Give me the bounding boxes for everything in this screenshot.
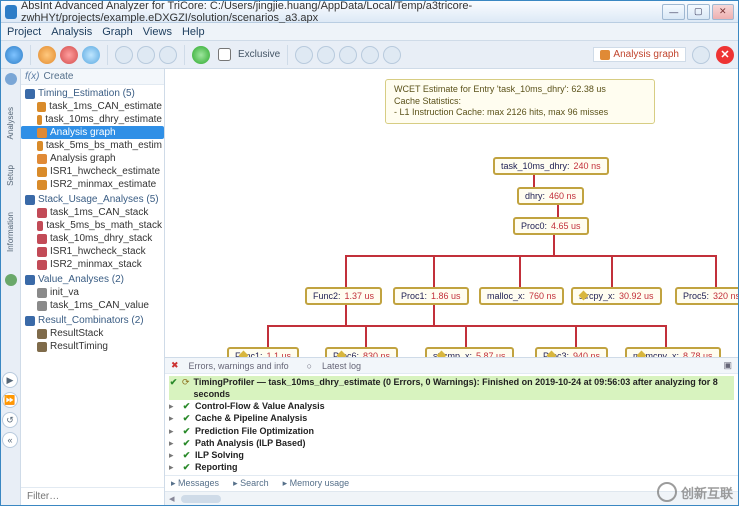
sidetab-setup[interactable]: Setup [6, 161, 15, 190]
nav-back-button[interactable]: « [2, 432, 18, 448]
graph-node[interactable]: Proc5:320 ns [675, 287, 738, 305]
tree-header: f(x) f(x) Create Create [21, 69, 164, 85]
log-tabs: ✖ Errors, warnings and info ○ Latest log… [165, 358, 738, 374]
close-button[interactable]: ✕ [712, 4, 735, 20]
nav-fast-button[interactable]: ⏩ [2, 392, 18, 408]
menu-graph[interactable]: Graph [102, 26, 133, 38]
nav-buttons: ▶ ⏩ ↺ « [2, 372, 18, 448]
sidetab-analyses[interactable]: Analyses [6, 103, 15, 143]
sidetab-icon-2[interactable] [5, 274, 17, 286]
nav-play-button[interactable]: ▶ [2, 372, 18, 388]
tree-item[interactable]: task_1ms_CAN_value [21, 299, 164, 312]
tool-expand-icon[interactable] [339, 46, 357, 64]
graph-icon [600, 50, 610, 60]
minimize-button[interactable]: — [662, 4, 685, 20]
tree-item[interactable]: task_10ms_dhry_estimate [21, 113, 164, 126]
tree-group[interactable]: Value_Analyses (2) [21, 271, 164, 286]
titlebar: AbsInt Advanced Analyzer for TriCore: C:… [1, 1, 738, 23]
tool-layers-icon[interactable] [82, 46, 100, 64]
tree-item[interactable]: Analysis graph [21, 126, 164, 139]
tool-chart-icon[interactable] [38, 46, 56, 64]
log-body[interactable]: ✔⟳TimingProfiler — task_10ms_dhry_estima… [165, 374, 738, 475]
tool-copy-icon[interactable] [137, 46, 155, 64]
tool-popout-icon[interactable] [692, 46, 710, 64]
tree-item[interactable]: ISR1_hwcheck_estimate [21, 165, 164, 178]
menu-project[interactable]: Project [7, 26, 41, 38]
project-tree: f(x) f(x) Create Create Timing_Estimatio… [21, 69, 165, 505]
menu-help[interactable]: Help [182, 26, 205, 38]
wcet-line3: - L1 Instruction Cache: max 2126 hits, m… [394, 107, 646, 119]
tree-item[interactable]: init_va [21, 286, 164, 299]
graph-node[interactable]: dhry:460 ns [517, 187, 584, 205]
tool-more-icon[interactable] [383, 46, 401, 64]
menubar: Project Analysis Graph Views Help [1, 23, 738, 41]
graph-node[interactable]: Proc1:1.86 us [393, 287, 469, 305]
graph-node[interactable]: malloc_x:760 ns [479, 287, 564, 305]
graph-node[interactable]: Func2:1.37 us [305, 287, 382, 305]
log-line: ▸✔Path Analysis (ILP Based) [169, 437, 734, 449]
tree-group[interactable]: Timing_Estimation (5) [21, 85, 164, 100]
tree-item[interactable]: ResultStack [21, 327, 164, 340]
log-footer-memory[interactable]: Memory usage [290, 478, 350, 488]
wcet-line1: WCET Estimate for Entry 'task_10ms_dhry'… [394, 84, 646, 96]
tool-globe-icon[interactable] [5, 46, 23, 64]
log-footer-search[interactable]: Search [240, 478, 269, 488]
log-tab-errors[interactable]: Errors, warnings and info [189, 361, 289, 371]
log-tab-expand-icon[interactable]: ▣ [723, 360, 732, 371]
toolbar: Exclusive Analysis graph ✕ [1, 41, 738, 69]
tool-fit-icon[interactable] [317, 46, 335, 64]
tree-item[interactable]: task_5ms_bs_math_estim [21, 139, 164, 152]
tree-item[interactable]: ISR1_hwcheck_stack [21, 245, 164, 258]
tool-collapse-icon[interactable] [361, 46, 379, 64]
app-icon [5, 5, 17, 19]
exclusive-label: Exclusive [238, 49, 280, 60]
tree-item[interactable]: task_5ms_bs_math_stack [21, 219, 164, 232]
exclusive-checkbox[interactable] [218, 48, 231, 61]
tree-filter-input[interactable] [25, 490, 160, 503]
tree-item[interactable]: ISR2_minmax_estimate [21, 178, 164, 191]
sidetab-icon-1[interactable] [5, 73, 17, 85]
tree-item[interactable]: task_1ms_CAN_stack [21, 206, 164, 219]
panel-close-button[interactable]: ✕ [716, 46, 734, 64]
tree-item[interactable]: ResultTiming [21, 340, 164, 353]
tool-cut-icon[interactable] [115, 46, 133, 64]
menu-views[interactable]: Views [143, 26, 172, 38]
graph-node[interactable]: task_10ms_dhry:240 ns [493, 157, 609, 175]
log-line: ▸✔Control-Flow & Value Analysis [169, 400, 734, 412]
wcet-summary-box: WCET Estimate for Entry 'task_10ms_dhry'… [385, 79, 655, 124]
tool-pie-icon[interactable] [60, 46, 78, 64]
tree-item[interactable]: ISR2_minmax_stack [21, 258, 164, 271]
maximize-button[interactable]: ▢ [687, 4, 710, 20]
tool-paste-icon[interactable] [159, 46, 177, 64]
tool-zoom-icon[interactable] [295, 46, 313, 64]
log-footer: ▸ Messages ▸ Search ▸ Memory usage [165, 475, 738, 491]
tree-item[interactable]: Analysis graph [21, 152, 164, 165]
log-line: ▸✔Cache & Pipeline Analysis [169, 412, 734, 424]
nav-reload-button[interactable]: ↺ [2, 412, 18, 428]
log-line: ▸✔Prediction File Optimization [169, 425, 734, 437]
tree-group[interactable]: Result_Combinators (2) [21, 312, 164, 327]
analysis-graph-canvas[interactable]: WCET Estimate for Entry 'task_10ms_dhry'… [165, 69, 738, 357]
analysis-graph-tab-label: Analysis graph [613, 49, 679, 60]
horizontal-scrollbar[interactable]: ◂ [165, 491, 738, 505]
log-line: ▸✔ILP Solving [169, 449, 734, 461]
tree-item[interactable]: task_10ms_dhry_stack [21, 232, 164, 245]
wcet-line2: Cache Statistics: [394, 96, 646, 108]
tool-refresh-icon[interactable] [192, 46, 210, 64]
log-tab-latest[interactable]: Latest log [322, 361, 361, 371]
analysis-graph-tab[interactable]: Analysis graph [593, 47, 686, 62]
menu-analysis[interactable]: Analysis [51, 26, 92, 38]
sidetab-information[interactable]: Information [6, 208, 15, 256]
tree-group[interactable]: Stack_Usage_Analyses (5) [21, 191, 164, 206]
window-title: AbsInt Advanced Analyzer for TriCore: C:… [21, 0, 661, 24]
log-footer-messages[interactable]: Messages [178, 478, 219, 488]
tree-item[interactable]: task_1ms_CAN_estimate [21, 100, 164, 113]
tree-create-label[interactable]: Create [43, 71, 73, 82]
graph-node[interactable]: Proc0:4.65 us [513, 217, 589, 235]
log-line: ▸✔Reporting [169, 461, 734, 473]
